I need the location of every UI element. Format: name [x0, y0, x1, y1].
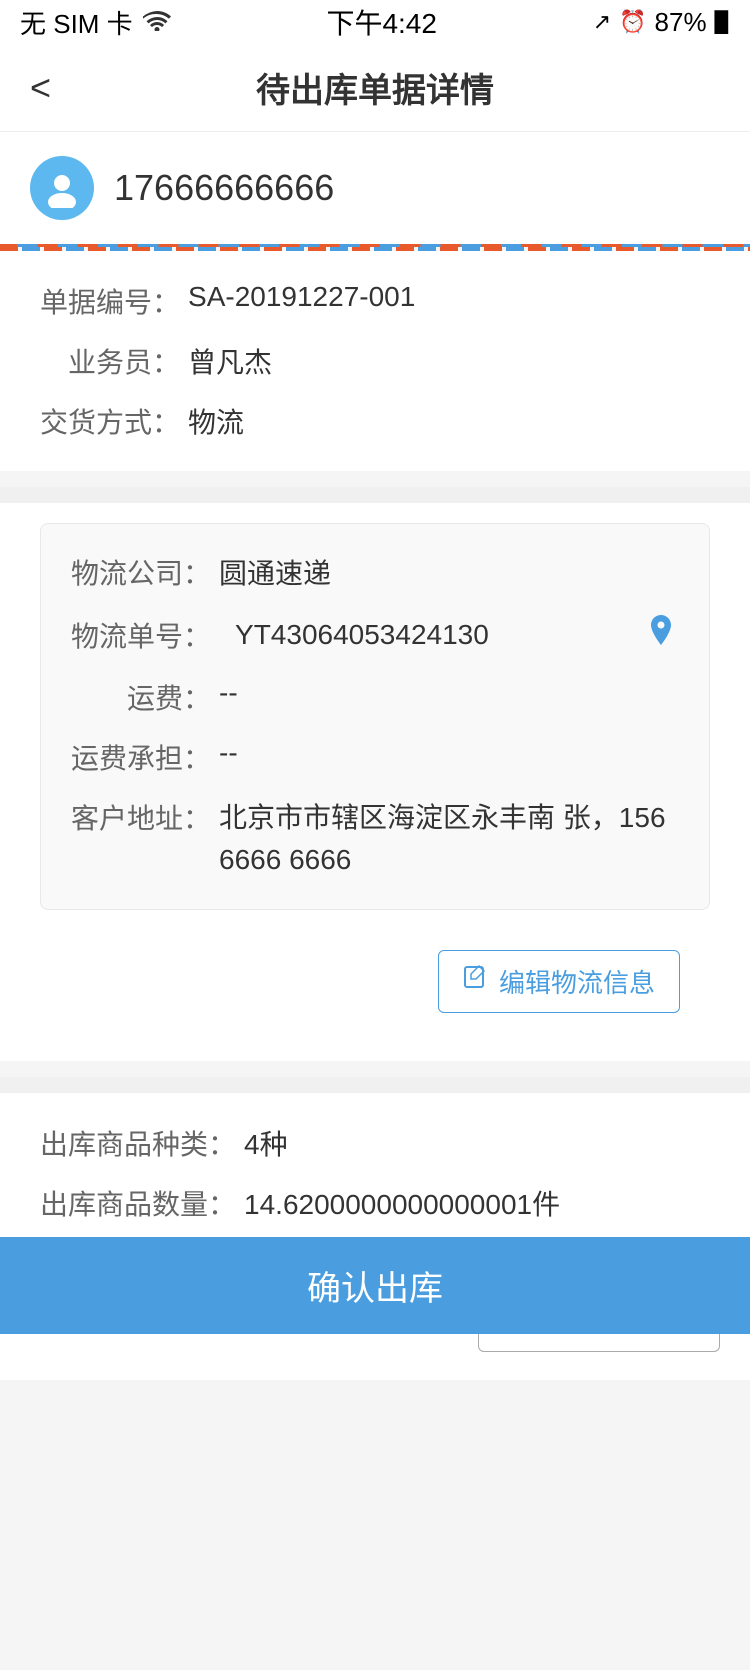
order-no-row: 单据编号： SA-20191227-001 [40, 281, 710, 321]
tracking-row: 物流单号： YT43064053424130 [71, 612, 679, 657]
goods-types-row: 出库商品种类： 4种 [40, 1123, 710, 1163]
goods-types-value: 4种 [236, 1123, 710, 1163]
confirm-btn-container[interactable]: 确认出库 [0, 1237, 750, 1334]
status-left: 无 SIM 卡 [20, 4, 171, 41]
confirm-btn-text: 确认出库 [307, 1270, 443, 1308]
company-row: 物流公司： 圆通速递 [71, 552, 679, 592]
page-title: 待出库单据详情 [256, 63, 494, 112]
staff-value: 曾凡杰 [180, 341, 710, 381]
customer-header: 17666666666 [0, 132, 750, 247]
address-value: 北京市市辖区海淀区永丰南 张，156 6666 6666 [211, 797, 679, 881]
edit-icon [463, 965, 489, 998]
section-divider-2 [0, 1077, 750, 1093]
order-info-section: 单据编号： SA-20191227-001 业务员： 曾凡杰 交货方式： 物流 [0, 251, 750, 471]
address-row: 客户地址： 北京市市辖区海淀区永丰南 张，156 6666 6666 [71, 797, 679, 881]
staff-label: 业务员： [40, 341, 180, 381]
edit-logistics-area: 编辑物流信息 [40, 930, 710, 1041]
battery-text: 87% [655, 7, 707, 38]
address-label: 客户地址： [71, 797, 211, 837]
back-button[interactable]: < [30, 67, 80, 109]
edit-logistics-label: 编辑物流信息 [499, 963, 655, 1000]
tracking-value: YT43064053424130 [227, 619, 627, 651]
wifi-icon [143, 7, 171, 38]
location-status-icon: ↗ [593, 9, 611, 35]
carrier-text: 无 SIM 卡 [20, 4, 133, 41]
delivery-label: 交货方式： [40, 401, 180, 441]
edit-logistics-button[interactable]: 编辑物流信息 [438, 950, 680, 1013]
logistics-section: 物流公司： 圆通速递 物流单号： YT43064053424130 运费： --… [0, 503, 750, 1061]
status-time: 下午4:42 [326, 2, 437, 42]
nav-bar: < 待出库单据详情 [0, 44, 750, 132]
freight-row: 运费： -- [71, 677, 679, 717]
staff-row: 业务员： 曾凡杰 [40, 341, 710, 381]
tracking-label: 物流单号： [71, 615, 211, 655]
alarm-icon: ⏰ [619, 9, 646, 35]
order-no-value: SA-20191227-001 [180, 281, 710, 313]
company-label: 物流公司： [71, 552, 211, 592]
goods-quantity-label: 出库商品数量： [40, 1183, 236, 1223]
delivery-row: 交货方式： 物流 [40, 401, 710, 441]
freight-value: -- [211, 677, 679, 709]
status-right: ↗ ⏰ 87% ▉ [593, 7, 730, 38]
customer-phone: 17666666666 [114, 167, 334, 209]
delivery-value: 物流 [180, 401, 710, 441]
freight-bear-value: -- [211, 737, 679, 769]
status-bar: 无 SIM 卡 下午4:42 ↗ ⏰ 87% ▉ [0, 0, 750, 44]
company-value: 圆通速递 [211, 552, 679, 592]
freight-bear-label: 运费承担： [71, 737, 211, 777]
battery-icon: ▉ [715, 10, 730, 35]
freight-label: 运费： [71, 677, 211, 717]
section-divider-1 [0, 487, 750, 503]
empty-space [0, 1380, 750, 1580]
goods-section: 出库商品种类： 4种 出库商品数量： 14.6200000000000001件 [0, 1093, 750, 1253]
avatar [30, 156, 94, 220]
goods-types-label: 出库商品种类： [40, 1123, 236, 1163]
tracking-location-icon[interactable] [643, 612, 679, 657]
order-no-label: 单据编号： [40, 281, 180, 321]
goods-quantity-value: 14.6200000000000001件 [236, 1183, 710, 1223]
goods-quantity-row: 出库商品数量： 14.6200000000000001件 [40, 1183, 710, 1223]
freight-bear-row: 运费承担： -- [71, 737, 679, 777]
